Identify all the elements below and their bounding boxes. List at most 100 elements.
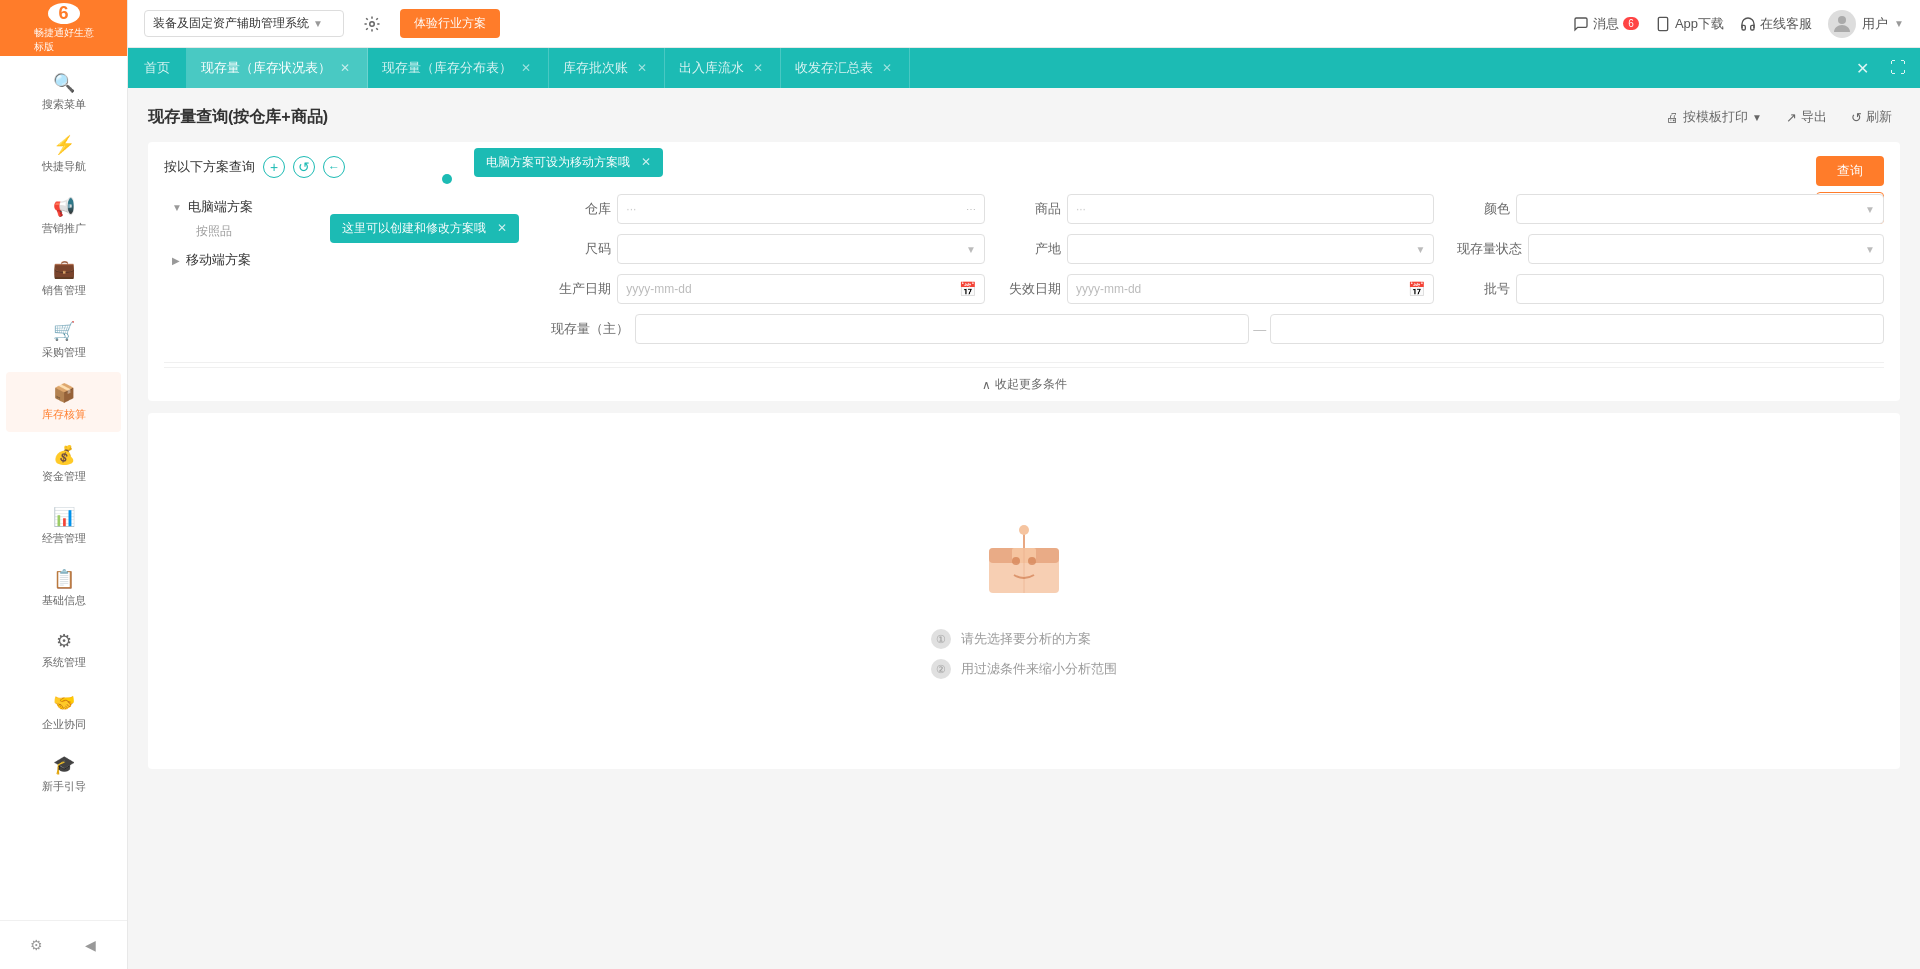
page-content: 现存量查询(按仓库+商品) 🖨 按模板打印 ▼ ↗ 导出 ↺ 刷新 [128,88,1920,969]
tab-inventory-dist[interactable]: 现存量（库存分布表） ✕ [368,48,549,88]
app-download-btn[interactable]: App下载 [1655,15,1724,33]
origin-select[interactable]: ▼ [1067,234,1435,264]
stock-main-from[interactable] [635,314,1249,344]
sidebar-item-beginner[interactable]: 🎓 新手引导 [6,744,121,804]
refresh-btn[interactable]: ↺ 刷新 [1843,104,1900,130]
tab-bar: 首页 现存量（库存状况表） ✕ 现存量（库存分布表） ✕ 库存批次账 ✕ 出入库… [128,48,1920,88]
tooltip2-text: 这里可以创建和修改方案哦 [342,221,486,235]
sidebar-item-label: 搜索菜单 [42,97,86,112]
tab-close-btn[interactable]: ✕ [879,60,895,76]
scheme-tree: ▼ 电脑端方案 按照品 ▶ 移动端方案 [164,194,314,281]
page-title-bar: 现存量查询(按仓库+商品) 🖨 按模板打印 ▼ ↗ 导出 ↺ 刷新 [148,104,1900,130]
logo-tag: 标版 [34,41,54,52]
filter-arrow-btn[interactable]: ← [323,156,345,178]
batch-input[interactable] [1516,274,1884,304]
warehouse-select[interactable]: ··· ⋯ [617,194,985,224]
sidebar-bottom: ⚙ ◀ [0,920,127,969]
stock-main-to[interactable] [1270,314,1884,344]
tab-close-btn[interactable]: ✕ [634,60,650,76]
tab-inventory-status[interactable]: 现存量（库存状况表） ✕ [187,48,368,88]
header-right: 消息 6 App下载 在线客服 [1573,10,1904,38]
filter-refresh-btn[interactable]: ↺ [293,156,315,178]
message-badge: 6 [1623,17,1639,30]
operations-icon: 📊 [53,506,75,528]
prod-date-input[interactable]: yyyy-mm-dd 📅 [617,274,985,304]
chevron-up-icon: ∧ [982,378,991,392]
calendar-icon[interactable]: 📅 [959,281,976,297]
tab-close-btn[interactable]: ✕ [518,60,534,76]
range-separator: — [1253,322,1266,337]
sidebar-item-system[interactable]: ⚙ 系统管理 [6,620,121,680]
size-select[interactable]: ▼ [617,234,985,264]
sidebar-item-label: 系统管理 [42,655,86,670]
tab-actions: ✕ ⛶ [1840,48,1920,88]
online-support-btn[interactable]: 在线客服 [1740,15,1812,33]
tab-close-btn[interactable]: ✕ [750,60,766,76]
empty-illustration [964,493,1084,613]
filter-field-goods: 商品 ··· [1001,194,1435,224]
sidebar-item-purchase[interactable]: 🛒 采购管理 [6,310,121,370]
tab-inventory-batch[interactable]: 库存批次账 ✕ [549,48,665,88]
tooltip-close-btn[interactable]: ✕ [641,155,651,169]
app-selector[interactable]: 装备及固定资产辅助管理系统 ▼ [144,10,344,37]
scheme-tree-mobile[interactable]: ▶ 移动端方案 [164,247,314,273]
calendar-icon2[interactable]: 📅 [1408,281,1425,297]
sidebar-item-marketing[interactable]: 📢 营销推广 [6,186,121,246]
sidebar-item-inventory[interactable]: 📦 库存核算 [6,372,121,432]
message-icon [1573,16,1589,32]
sidebar-item-operations[interactable]: 📊 经营管理 [6,496,121,556]
scheme-mobile-label: 移动端方案 [186,251,251,269]
logo-name: 畅捷通好生意 [34,27,94,38]
collapse-sidebar-btn[interactable]: ◀ [76,931,104,959]
scheme-tree-children: 按照品 [164,220,314,243]
goods-select[interactable]: ··· [1067,194,1435,224]
sidebar-item-label: 新手引导 [42,779,86,794]
scheme-tree-child-item[interactable]: 按照品 [188,220,314,243]
scheme-pc-label: 电脑端方案 [188,198,253,216]
user-avatar-icon [1830,12,1854,36]
sidebar-item-sales[interactable]: 💼 销售管理 [6,248,121,308]
stock-status-select[interactable]: ▼ [1528,234,1884,264]
tab-spacer [910,48,1840,88]
settings-icon-btn[interactable] [356,8,388,40]
expiry-date-input[interactable]: yyyy-mm-dd 📅 [1067,274,1435,304]
sidebar-item-search[interactable]: 🔍 搜索菜单 [6,62,121,122]
sidebar-item-quick-nav[interactable]: ⚡ 快捷导航 [6,124,121,184]
filter-row-3: 生产日期 yyyy-mm-dd 📅 失效日期 yyyy-mm-dd 📅 [551,274,1884,304]
close-all-tabs-btn[interactable]: ✕ [1848,54,1876,82]
sidebar-item-finance[interactable]: 💰 资金管理 [6,434,121,494]
filter-row-4: 现存量（主） — [551,314,1884,344]
tab-close-btn[interactable]: ✕ [337,60,353,76]
color-label: 颜色 [1450,200,1510,218]
svg-rect-1 [1658,17,1667,30]
batch-label: 批号 [1450,280,1510,298]
print-template-btn[interactable]: 🖨 按模板打印 ▼ [1658,104,1770,130]
fullscreen-btn[interactable]: ⛶ [1884,54,1912,82]
scheme-tree-pc[interactable]: ▼ 电脑端方案 [164,194,314,220]
collapse-bar[interactable]: ∧ 收起更多条件 [164,367,1884,401]
tab-inventory-flow[interactable]: 出入库流水 ✕ [665,48,781,88]
message-btn[interactable]: 消息 6 [1573,15,1639,33]
filter-field-origin: 产地 ▼ [1001,234,1435,264]
svg-point-3 [1838,16,1846,24]
goods-label: 商品 [1001,200,1061,218]
sidebar: 6 畅捷通好生意 标版 🔍 搜索菜单 ⚡ 快捷导航 📢 营销推广 💼 销售管理 … [0,0,128,969]
chevron-down-icon: ▼ [313,18,323,29]
arrow-right-icon: ▶ [172,255,180,266]
sidebar-nav: 🔍 搜索菜单 ⚡ 快捷导航 📢 营销推广 💼 销售管理 🛒 采购管理 📦 库存核… [0,56,127,920]
settings-bottom-btn[interactable]: ⚙ [23,931,51,959]
user-menu[interactable]: 用户 ▼ [1828,10,1904,38]
sidebar-item-enterprise[interactable]: 🤝 企业协同 [6,682,121,742]
filter-add-btn[interactable]: + [263,156,285,178]
tab-home[interactable]: 首页 [128,48,187,88]
refresh-icon: ↺ [1851,110,1862,125]
svg-point-11 [1019,525,1029,535]
tooltip2-close-btn[interactable]: ✕ [497,221,507,235]
sidebar-item-basic-info[interactable]: 📋 基础信息 [6,558,121,618]
filter-field-warehouse: 仓库 ··· ⋯ [551,194,985,224]
industry-btn[interactable]: 体验行业方案 [400,9,500,38]
tab-collect-summary[interactable]: 收发存汇总表 ✕ [781,48,910,88]
tooltip-scheme-mobile: 电脑方案可设为移动方案哦 ✕ [474,148,663,177]
export-btn[interactable]: ↗ 导出 [1778,104,1835,130]
color-select[interactable]: ▼ [1516,194,1884,224]
